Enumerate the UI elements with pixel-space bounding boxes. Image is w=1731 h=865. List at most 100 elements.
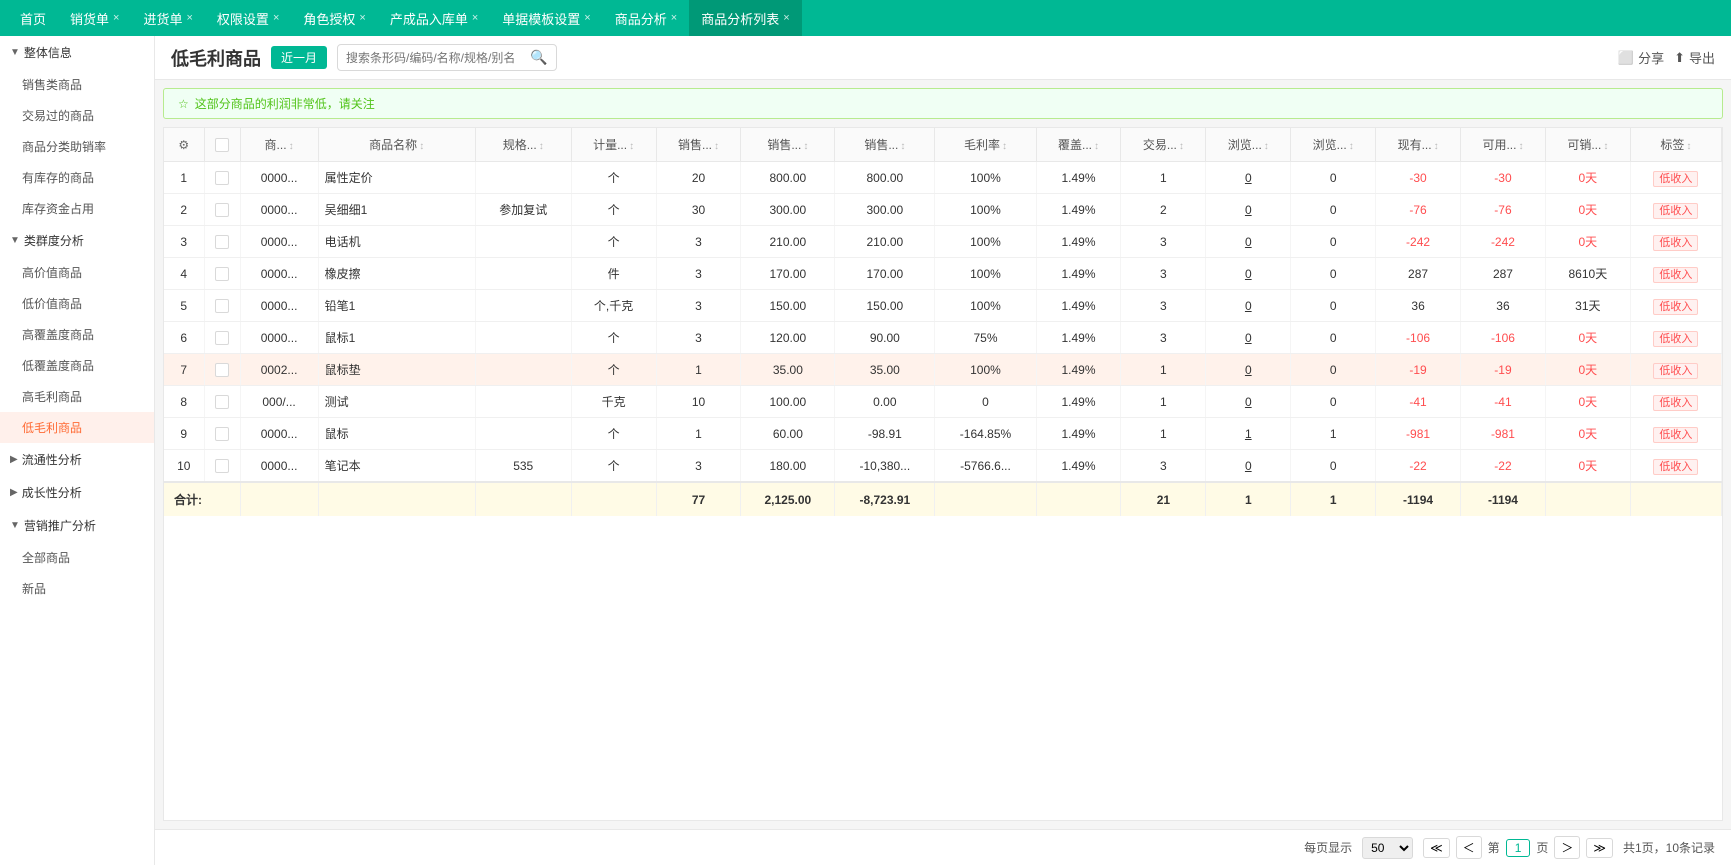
next-page-button[interactable]: ＞	[1554, 836, 1580, 859]
row-checkbox[interactable]	[215, 235, 229, 249]
search-box[interactable]: 🔍	[337, 44, 557, 71]
sidebar-group-circulation[interactable]: ▶ 流通性分析	[0, 443, 154, 476]
cell-name[interactable]: 铅笔1	[318, 290, 475, 322]
row-checkbox[interactable]	[215, 427, 229, 441]
cell-name[interactable]: 橡皮擦	[318, 258, 475, 290]
cell-view1[interactable]: 1	[1206, 418, 1291, 450]
col-view2[interactable]: 浏览...↕	[1291, 128, 1376, 162]
view1-link[interactable]: 1	[1245, 427, 1252, 441]
prev-page-button[interactable]: ＜	[1456, 836, 1482, 859]
sidebar-item-low-coverage[interactable]: 低覆盖度商品	[0, 350, 154, 381]
view1-link[interactable]: 0	[1245, 395, 1252, 409]
cell-checkbox[interactable]	[204, 194, 240, 226]
sidebar-group-cluster[interactable]: ▼ 类群度分析	[0, 224, 154, 257]
view1-link[interactable]: 0	[1245, 267, 1252, 281]
sidebar-item-traded-goods[interactable]: 交易过的商品	[0, 100, 154, 131]
cell-name[interactable]: 鼠标1	[318, 322, 475, 354]
select-all-checkbox[interactable]	[215, 138, 229, 152]
close-icon[interactable]: ×	[671, 12, 677, 24]
col-saleable[interactable]: 可销...↕	[1545, 128, 1630, 162]
sidebar-item-stock-goods[interactable]: 有库存的商品	[0, 162, 154, 193]
date-filter-button[interactable]: 近一月	[271, 46, 327, 69]
cell-name[interactable]: 测试	[318, 386, 475, 418]
search-input[interactable]	[346, 51, 526, 65]
row-checkbox[interactable]	[215, 331, 229, 345]
sidebar-item-sales-goods[interactable]: 销售类商品	[0, 69, 154, 100]
view1-link[interactable]: 0	[1245, 235, 1252, 249]
cell-checkbox[interactable]	[204, 354, 240, 386]
settings-icon[interactable]: ⚙	[178, 138, 189, 152]
nav-finished-goods[interactable]: 产成品入库单 ×	[378, 0, 490, 36]
row-checkbox[interactable]	[215, 267, 229, 281]
nav-template-settings[interactable]: 单据模板设置 ×	[490, 0, 602, 36]
view1-link[interactable]: 0	[1245, 171, 1252, 185]
nav-home[interactable]: 首页	[8, 0, 58, 36]
row-checkbox[interactable]	[215, 395, 229, 409]
col-coverage[interactable]: 覆盖...↕	[1036, 128, 1121, 162]
cell-name[interactable]: 属性定价	[318, 162, 475, 194]
export-button[interactable]: ⬆ 导出	[1674, 48, 1715, 67]
view1-link[interactable]: 0	[1245, 331, 1252, 345]
row-checkbox[interactable]	[215, 459, 229, 473]
nav-role-auth[interactable]: 角色授权 ×	[291, 0, 377, 36]
close-icon[interactable]: ×	[359, 12, 365, 24]
cell-name[interactable]: 电话机	[318, 226, 475, 258]
cell-name[interactable]: 吴细细1	[318, 194, 475, 226]
nav-purchase-order[interactable]: 进货单 ×	[131, 0, 204, 36]
sidebar-group-growth[interactable]: ▶ 成长性分析	[0, 476, 154, 509]
cell-checkbox[interactable]	[204, 162, 240, 194]
close-icon[interactable]: ×	[273, 12, 279, 24]
cell-checkbox[interactable]	[204, 386, 240, 418]
sidebar-group-marketing[interactable]: ▼ 营销推广分析	[0, 509, 154, 542]
cell-checkbox[interactable]	[204, 450, 240, 483]
sidebar-item-low-value[interactable]: 低价值商品	[0, 288, 154, 319]
col-tag[interactable]: 标签↕	[1630, 128, 1721, 162]
nav-sales-order[interactable]: 销货单 ×	[58, 0, 131, 36]
view1-link[interactable]: 0	[1245, 363, 1252, 377]
cell-name[interactable]: 鼠标垫	[318, 354, 475, 386]
first-page-button[interactable]: ≪	[1423, 838, 1450, 858]
col-name[interactable]: 商品名称↕	[318, 128, 475, 162]
close-icon[interactable]: ×	[186, 12, 192, 24]
sidebar-item-all-goods[interactable]: 全部商品	[0, 542, 154, 573]
view1-link[interactable]: 0	[1245, 203, 1252, 217]
view1-link[interactable]: 0	[1245, 459, 1252, 473]
cell-checkbox[interactable]	[204, 322, 240, 354]
col-stock[interactable]: 现有...↕	[1376, 128, 1461, 162]
cell-name[interactable]: 鼠标	[318, 418, 475, 450]
view1-link[interactable]: 0	[1245, 299, 1252, 313]
close-icon[interactable]: ×	[472, 12, 478, 24]
cell-view1[interactable]: 0	[1206, 322, 1291, 354]
sidebar-item-new-goods[interactable]: 新品	[0, 573, 154, 604]
row-checkbox[interactable]	[215, 203, 229, 217]
col-trade[interactable]: 交易...↕	[1121, 128, 1206, 162]
nav-product-analysis-list[interactable]: 商品分析列表 ×	[689, 0, 801, 36]
row-checkbox[interactable]	[215, 299, 229, 313]
col-sales-amt[interactable]: 销售...↕	[741, 128, 835, 162]
cell-checkbox[interactable]	[204, 258, 240, 290]
row-checkbox[interactable]	[215, 363, 229, 377]
cell-view1[interactable]: 0	[1206, 354, 1291, 386]
col-unit[interactable]: 计量...↕	[571, 128, 656, 162]
col-view1[interactable]: 浏览...↕	[1206, 128, 1291, 162]
cell-view1[interactable]: 0	[1206, 226, 1291, 258]
col-usable[interactable]: 可用...↕	[1461, 128, 1546, 162]
nav-permission-settings[interactable]: 权限设置 ×	[205, 0, 291, 36]
col-code[interactable]: 商...↕	[240, 128, 318, 162]
per-page-select[interactable]: 50 100 200	[1362, 837, 1413, 859]
sidebar-item-high-margin[interactable]: 高毛利商品	[0, 381, 154, 412]
row-checkbox[interactable]	[215, 171, 229, 185]
cell-checkbox[interactable]	[204, 290, 240, 322]
col-sales-profit[interactable]: 销售...↕	[835, 128, 935, 162]
cell-view1[interactable]: 0	[1206, 450, 1291, 483]
cell-view1[interactable]: 0	[1206, 290, 1291, 322]
cell-view1[interactable]: 0	[1206, 162, 1291, 194]
sidebar-item-low-margin[interactable]: 低毛利商品	[0, 412, 154, 443]
nav-product-analysis[interactable]: 商品分析 ×	[603, 0, 689, 36]
sidebar-group-overall[interactable]: ▼ 整体信息	[0, 36, 154, 69]
cell-checkbox[interactable]	[204, 226, 240, 258]
close-icon[interactable]: ×	[783, 12, 789, 24]
cell-view1[interactable]: 0	[1206, 258, 1291, 290]
col-gross-rate[interactable]: 毛利率↕	[935, 128, 1036, 162]
sidebar-item-high-value[interactable]: 高价值商品	[0, 257, 154, 288]
